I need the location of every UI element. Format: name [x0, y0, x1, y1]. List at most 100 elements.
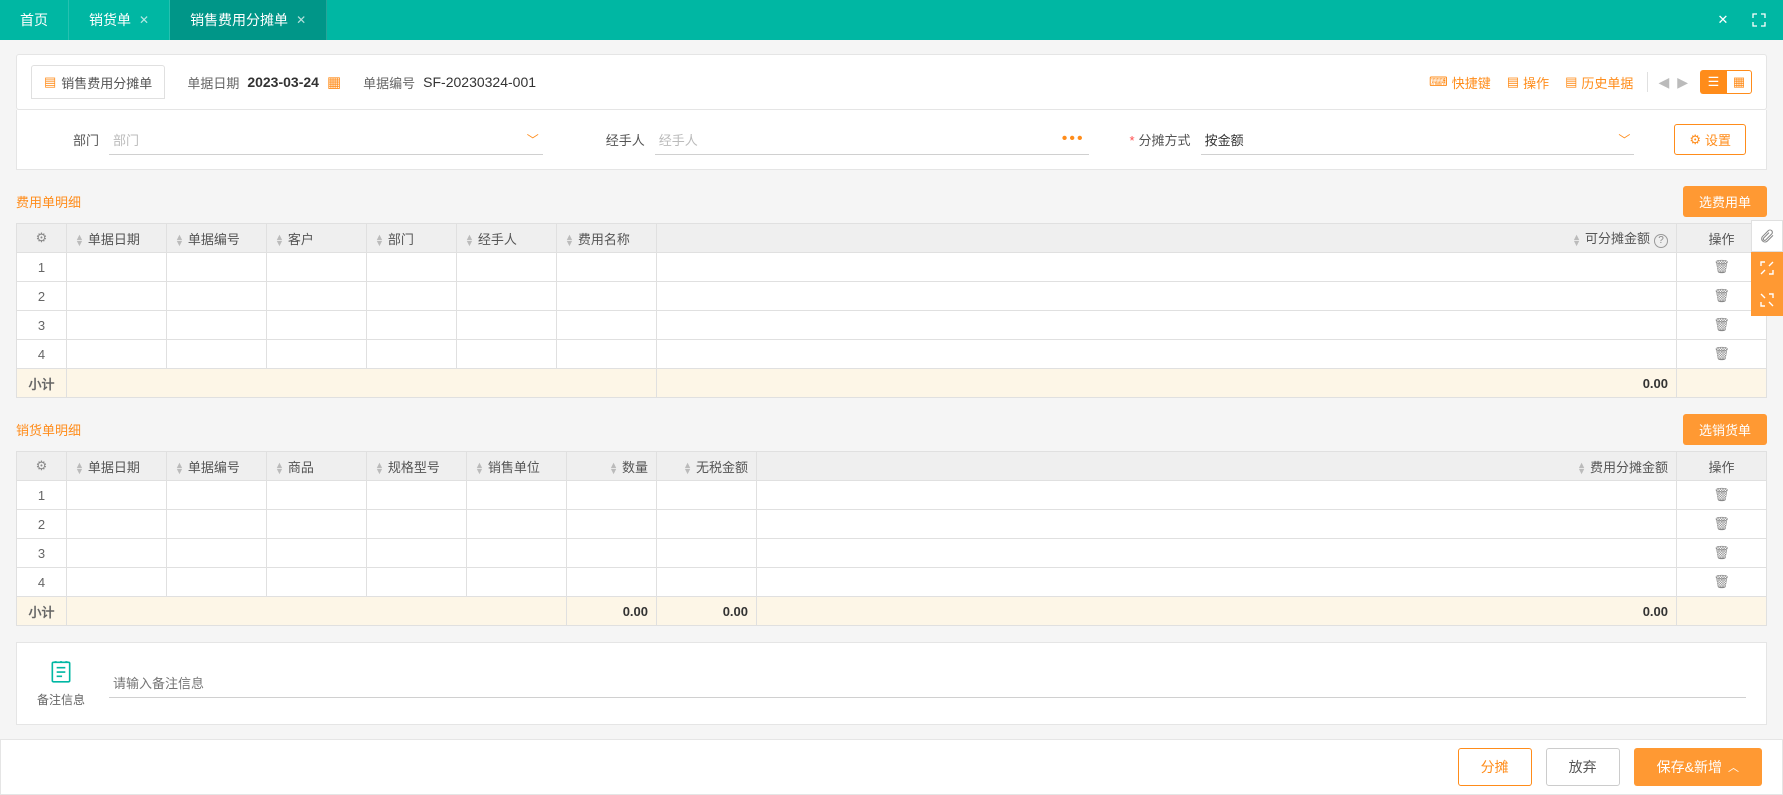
gear-icon: ⚙ [1689, 132, 1701, 148]
delete-icon[interactable]: 🗑 [1713, 516, 1730, 532]
chevron-up-icon: ︿ [1728, 759, 1739, 775]
history-icon: ▤ [1565, 74, 1577, 90]
method-label: *分摊方式 [1129, 130, 1191, 149]
expand-icon[interactable] [1751, 252, 1783, 284]
delete-icon[interactable]: 🗑 [1713, 259, 1730, 275]
gear-column[interactable]: ⚙ [17, 452, 67, 481]
col-date[interactable]: ▲▼单据日期 [67, 452, 167, 481]
delete-icon[interactable]: 🗑 [1713, 346, 1730, 362]
handler-label: 经手人 [583, 130, 645, 149]
col-unit[interactable]: ▲▼销售单位 [467, 452, 567, 481]
tab-allocation-label: 销售费用分摊单 [190, 10, 288, 30]
top-tab-bar: 首页 销货单 ✕ 销售费用分摊单 ✕ ✕ [0, 0, 1783, 40]
table-row: 1🗑 [17, 481, 1767, 510]
tab-sales-order-label: 销货单 [89, 10, 131, 30]
docno-value: SF-20230324-001 [423, 74, 536, 90]
tab-sales-order[interactable]: 销货单 ✕ [69, 0, 170, 40]
tab-home[interactable]: 首页 [0, 0, 69, 40]
col-spec[interactable]: ▲▼规格型号 [367, 452, 467, 481]
calendar-icon[interactable]: ▦ [327, 73, 341, 91]
col-qty[interactable]: ▲▼数量 [567, 452, 657, 481]
close-icon[interactable]: ✕ [139, 13, 149, 27]
tab-home-label: 首页 [20, 10, 48, 30]
fullscreen-icon[interactable] [1743, 4, 1775, 36]
allocate-button[interactable]: 分摊 [1458, 748, 1532, 786]
note-icon [48, 659, 74, 685]
col-date[interactable]: ▲▼单据日期 [67, 224, 167, 253]
help-icon[interactable]: ? [1654, 234, 1668, 248]
delete-icon[interactable]: 🗑 [1713, 288, 1730, 304]
col-handler[interactable]: ▲▼经手人 [457, 224, 557, 253]
more-icon: ••• [1062, 130, 1085, 148]
fee-section-title: 费用单明细 [16, 192, 81, 211]
discard-button[interactable]: 放弃 [1546, 748, 1620, 786]
date-label: 单据日期 [187, 73, 239, 92]
col-feealloc[interactable]: ▲▼费用分摊金额 [757, 452, 1677, 481]
save-new-button[interactable]: 保存&新增︿ [1634, 748, 1762, 786]
form-fields: 部门 部门 ﹀ 经手人 经手人 ••• *分摊方式 按金额 ﹀ ⚙设置 [16, 110, 1767, 170]
next-record-button[interactable]: ▶ [1673, 74, 1692, 91]
form-header: ▤ 销售费用分摊单 单据日期 2023-03-24 ▦ 单据编号 SF-2023… [16, 54, 1767, 110]
view-list-button[interactable]: ☰ [1700, 70, 1726, 94]
date-value[interactable]: 2023-03-24 [247, 74, 319, 90]
method-select[interactable]: 按金额 ﹀ [1201, 125, 1635, 155]
remark-label: 备注信息 [37, 691, 85, 708]
delete-icon[interactable]: 🗑 [1713, 545, 1730, 561]
fee-table: ⚙ ▲▼单据日期 ▲▼单据编号 ▲▼客户 ▲▼部门 ▲▼经手人 ▲▼费用名称 ▲… [16, 223, 1767, 398]
subtotal-row: 小计0.00 [17, 369, 1767, 398]
footer-bar: 分摊 放弃 保存&新增︿ [0, 739, 1783, 795]
col-product[interactable]: ▲▼商品 [267, 452, 367, 481]
col-operation: 操作 [1677, 452, 1767, 481]
menu-icon: ▤ [1507, 74, 1519, 90]
close-icon[interactable]: ✕ [296, 13, 306, 27]
dept-label: 部门 [37, 130, 99, 149]
keyboard-icon: ⌨ [1429, 74, 1448, 90]
view-grid-button[interactable]: ▦ [1726, 70, 1752, 94]
select-sales-button[interactable]: 选销货单 [1683, 414, 1767, 445]
table-row: 2🗑 [17, 282, 1767, 311]
table-row: 2🗑 [17, 510, 1767, 539]
attachment-icon[interactable] [1751, 220, 1783, 252]
table-row: 4🗑 [17, 568, 1767, 597]
chevron-down-icon: ﹀ [527, 131, 539, 148]
remark-box: 备注信息 [16, 642, 1767, 725]
side-toolbar [1751, 220, 1783, 316]
col-customer[interactable]: ▲▼客户 [267, 224, 367, 253]
dept-placeholder: 部门 [113, 130, 139, 149]
handler-placeholder: 经手人 [659, 130, 698, 149]
method-value: 按金额 [1205, 130, 1244, 149]
remark-input[interactable] [109, 670, 1746, 698]
close-page-button[interactable]: ✕ [1707, 4, 1739, 36]
form-name-tab: ▤ 销售费用分摊单 [31, 65, 165, 99]
settings-button[interactable]: ⚙设置 [1674, 124, 1746, 155]
col-dept[interactable]: ▲▼部门 [367, 224, 457, 253]
select-fee-button[interactable]: 选费用单 [1683, 186, 1767, 217]
operation-button[interactable]: ▤操作 [1499, 73, 1557, 92]
col-docno[interactable]: ▲▼单据编号 [167, 452, 267, 481]
document-icon: ▤ [44, 74, 56, 90]
gear-column[interactable]: ⚙ [17, 224, 67, 253]
delete-icon[interactable]: 🗑 [1713, 487, 1730, 503]
chevron-down-icon: ﹀ [1618, 131, 1630, 148]
delete-icon[interactable]: 🗑 [1713, 574, 1730, 590]
tab-allocation[interactable]: 销售费用分摊单 ✕ [170, 0, 327, 40]
prev-record-button[interactable]: ◀ [1654, 74, 1673, 91]
docno-label: 单据编号 [363, 73, 415, 92]
delete-icon[interactable]: 🗑 [1713, 317, 1730, 333]
history-button[interactable]: ▤历史单据 [1557, 73, 1641, 92]
sales-table: ⚙ ▲▼单据日期 ▲▼单据编号 ▲▼商品 ▲▼规格型号 ▲▼销售单位 ▲▼数量 … [16, 451, 1767, 626]
col-docno[interactable]: ▲▼单据编号 [167, 224, 267, 253]
shortcut-button[interactable]: ⌨快捷键 [1421, 73, 1499, 92]
col-notax[interactable]: ▲▼无税金额 [657, 452, 757, 481]
subtotal-row: 小计0.000.000.00 [17, 597, 1767, 626]
handler-select[interactable]: 经手人 ••• [655, 125, 1089, 155]
col-feename[interactable]: ▲▼费用名称 [557, 224, 657, 253]
table-row: 4🗑 [17, 340, 1767, 369]
table-row: 1🗑 [17, 253, 1767, 282]
col-allocatable[interactable]: ▲▼可分摊金额? [657, 224, 1677, 253]
dept-select[interactable]: 部门 ﹀ [109, 125, 543, 155]
form-name: 销售费用分摊单 [61, 73, 152, 92]
expand-alt-icon[interactable] [1751, 284, 1783, 316]
table-row: 3🗑 [17, 539, 1767, 568]
sales-section-title: 销货单明细 [16, 420, 81, 439]
